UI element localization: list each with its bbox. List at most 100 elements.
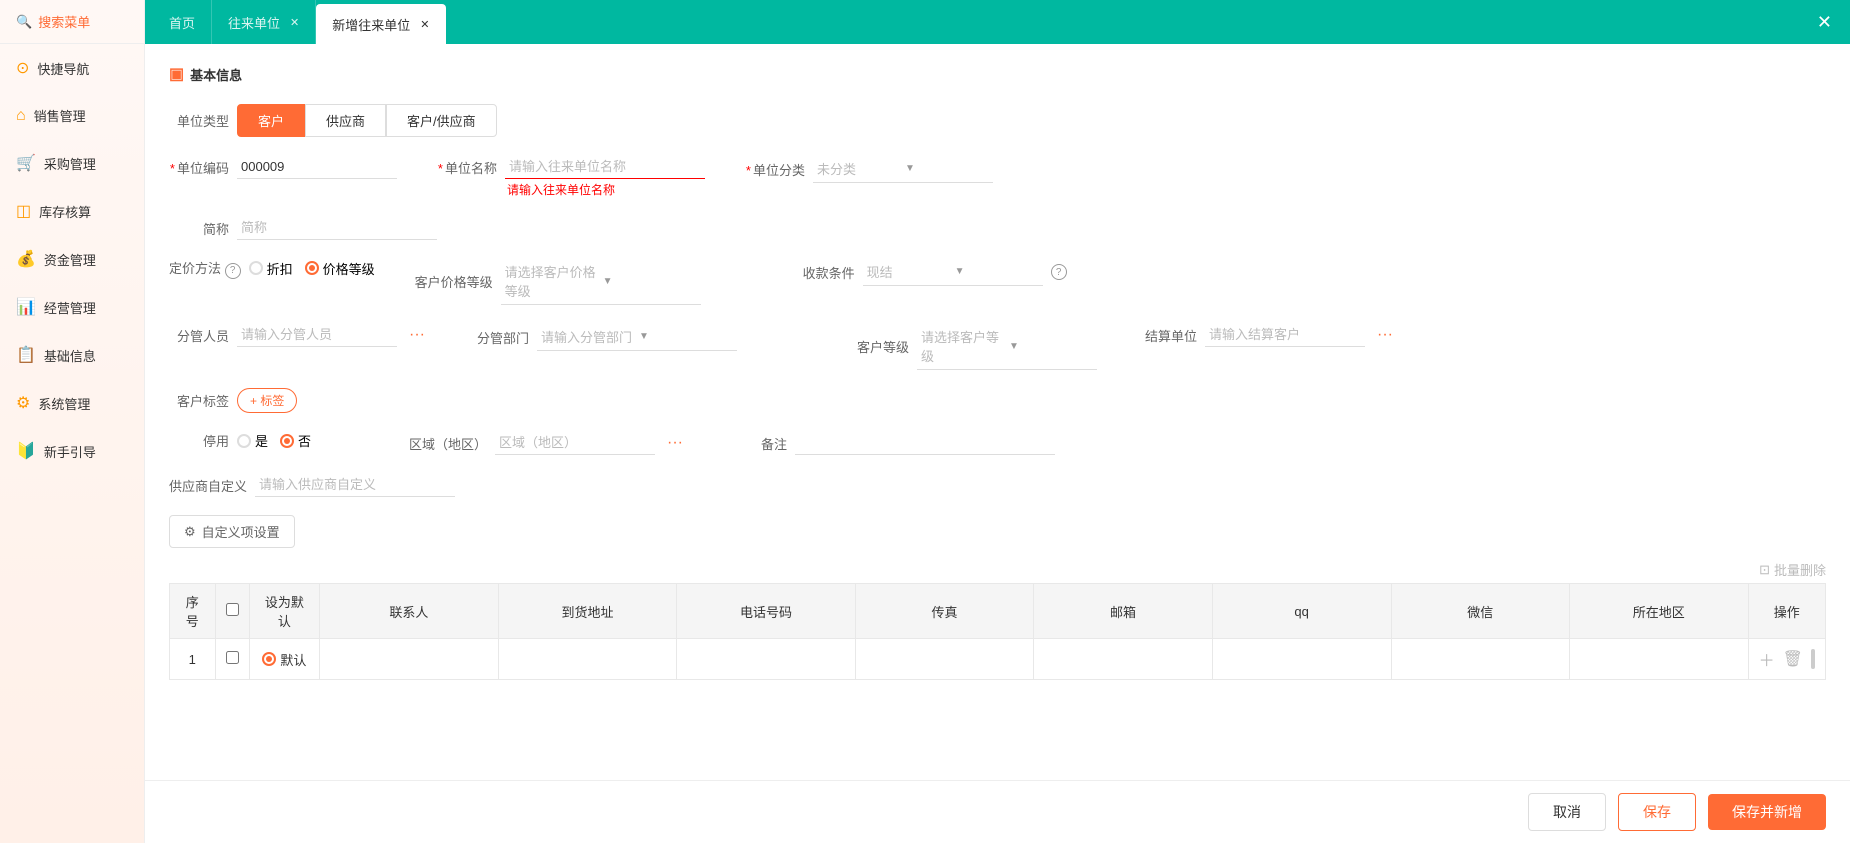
sidebar-item-sales[interactable]: ⌂ 销售管理 — [0, 92, 144, 139]
save-new-button[interactable]: 保存并新增 — [1708, 794, 1826, 830]
row-default-radio — [262, 652, 276, 666]
add-row-btn[interactable]: ＋ — [1759, 647, 1775, 671]
tab-home[interactable]: 首页 — [153, 0, 212, 44]
payment-terms-select[interactable]: 现结 ▼ — [863, 258, 1043, 286]
pricing-help-icon[interactable]: ? — [225, 263, 241, 279]
row-default: 默认 — [249, 639, 320, 680]
unit-name-wrapper: *单位名称 请输入往来单位名称 — [437, 155, 705, 198]
unit-type-both[interactable]: 客户/供应商 — [386, 104, 497, 137]
table-row: 1 默认 — [170, 639, 1826, 680]
sidebar-item-operations[interactable]: 📊 经营管理 — [0, 283, 144, 331]
region-label: 区域（地区） — [409, 434, 487, 453]
row-contact[interactable] — [320, 639, 499, 680]
manager-input[interactable] — [237, 323, 397, 347]
unit-category-chevron: ▼ — [905, 163, 989, 174]
row-qq[interactable] — [1212, 639, 1391, 680]
add-tag-btn[interactable]: + 标签 — [237, 388, 297, 413]
sidebar-item-inventory[interactable]: ◫ 库存核算 — [0, 187, 144, 235]
settlement-field: 结算单位 ··· — [1137, 323, 1397, 347]
short-name-field: 简称 — [169, 216, 437, 240]
settlement-dots-btn[interactable]: ··· — [1373, 326, 1397, 344]
sidebar-item-label: 采购管理 — [44, 154, 96, 173]
col-seq: 序号 — [170, 584, 216, 639]
row-default-radio-option[interactable]: 默认 — [260, 650, 310, 669]
sidebar-item-finance[interactable]: 💰 资金管理 — [0, 235, 144, 283]
region-input-row[interactable] — [1580, 652, 1738, 667]
unit-name-input[interactable] — [505, 155, 705, 179]
batch-delete-icon: ⊡ — [1759, 562, 1770, 578]
select-all-checkbox[interactable] — [226, 603, 239, 616]
tab-partner[interactable]: 往来单位 ✕ — [212, 0, 316, 44]
customer-level-chevron: ▼ — [1009, 341, 1093, 352]
department-placeholder: 请输入分管部门 — [541, 327, 635, 346]
customer-level-select[interactable]: 请选择客户等级 ▼ — [917, 323, 1097, 370]
department-field: 分管部门 请输入分管部门 ▼ — [469, 323, 809, 351]
row-select-checkbox[interactable] — [226, 651, 239, 664]
delete-row-btn[interactable]: 🗑 — [1783, 649, 1803, 669]
contact-input[interactable] — [330, 652, 488, 667]
department-chevron: ▼ — [639, 331, 733, 342]
settlement-label: 结算单位 — [1137, 326, 1197, 345]
row-address[interactable] — [498, 639, 677, 680]
short-name-input[interactable] — [237, 216, 437, 240]
sidebar-item-purchase[interactable]: 🛒 采购管理 — [0, 139, 144, 187]
email-input[interactable] — [1044, 652, 1202, 667]
row-wechat[interactable] — [1391, 639, 1570, 680]
manager-row: 分管人员 ··· 分管部门 请输入分管部门 ▼ 客户等级 请选择客户等级 ▼ 结… — [169, 323, 1826, 370]
custom-settings-btn[interactable]: ⚙ 自定义项设置 — [169, 515, 295, 548]
fax-input[interactable] — [866, 652, 1024, 667]
row-phone[interactable] — [677, 639, 856, 680]
pricing-level-label: 价格等级 — [323, 259, 375, 278]
tab-bar-close-btn[interactable]: ✕ — [1807, 12, 1842, 33]
pricing-row: 定价方法 ? 折扣 价格等级 客户价格等级 请选择客户价 — [169, 258, 1826, 305]
region-input[interactable] — [495, 431, 655, 455]
disabled-no-option[interactable]: 否 — [280, 431, 311, 450]
payment-terms-help-icon[interactable]: ? — [1051, 264, 1067, 280]
address-input[interactable] — [509, 652, 667, 667]
sidebar-item-system[interactable]: ⚙ 系统管理 — [0, 379, 144, 427]
base-info-icon: 📋 — [16, 345, 36, 365]
search-menu[interactable]: 🔍 搜索菜单 — [0, 0, 144, 44]
qq-input[interactable] — [1223, 652, 1381, 667]
sidebar-item-new-guide[interactable]: 🔰 新手引导 — [0, 427, 144, 475]
supplier-custom-input[interactable] — [255, 473, 455, 497]
wechat-input[interactable] — [1402, 652, 1560, 667]
sidebar: 🔍 搜索菜单 ⊙ 快捷导航 ⌂ 销售管理 🛒 采购管理 ◫ 库存核算 💰 资金管… — [0, 0, 145, 843]
unit-name-error: 请输入往来单位名称 — [507, 181, 705, 198]
col-default: 设为默认 — [249, 584, 320, 639]
unit-type-customer[interactable]: 客户 — [237, 104, 305, 137]
unit-code-input[interactable] — [237, 155, 397, 179]
manager-dots-btn[interactable]: ··· — [405, 326, 429, 344]
region-dots-btn[interactable]: ··· — [663, 434, 687, 452]
section-title-text: 基本信息 — [190, 65, 242, 84]
pricing-method-field: 定价方法 ? 折扣 价格等级 — [169, 258, 375, 279]
unit-name-label: *单位名称 — [437, 158, 497, 177]
tab-partner-close[interactable]: ✕ — [290, 16, 299, 29]
tab-new-partner-close[interactable]: ✕ — [420, 18, 429, 31]
row-email[interactable] — [1034, 639, 1213, 680]
customer-price-select[interactable]: 请选择客户价格等级 ▼ — [501, 258, 701, 305]
sidebar-item-quick-nav[interactable]: ⊙ 快捷导航 — [0, 44, 144, 92]
tab-new-partner[interactable]: 新增往来单位 ✕ — [316, 4, 446, 44]
sidebar-item-base-info[interactable]: 📋 基础信息 — [0, 331, 144, 379]
disabled-yes-label: 是 — [255, 431, 268, 450]
row-default-label: 默认 — [280, 650, 306, 669]
unit-type-supplier[interactable]: 供应商 — [305, 104, 386, 137]
short-name-label: 简称 — [169, 219, 229, 238]
settlement-input[interactable] — [1205, 323, 1365, 347]
row-fax[interactable] — [855, 639, 1034, 680]
cancel-button[interactable]: 取消 — [1528, 793, 1606, 831]
col-address: 到货地址 — [498, 584, 677, 639]
pricing-discount-option[interactable]: 折扣 — [249, 259, 293, 278]
department-select[interactable]: 请输入分管部门 ▼ — [537, 323, 737, 351]
disabled-yes-option[interactable]: 是 — [237, 431, 268, 450]
save-button[interactable]: 保存 — [1618, 793, 1696, 831]
pricing-level-option[interactable]: 价格等级 — [305, 259, 375, 278]
disabled-label: 停用 — [169, 431, 229, 450]
remark-input[interactable] — [795, 431, 1055, 455]
row-region[interactable] — [1570, 639, 1749, 680]
phone-input[interactable] — [687, 652, 845, 667]
search-icon: 🔍 — [16, 14, 32, 30]
unit-code-field: *单位编码 — [169, 155, 397, 179]
unit-category-select[interactable]: 未分类 ▼ — [813, 155, 993, 183]
